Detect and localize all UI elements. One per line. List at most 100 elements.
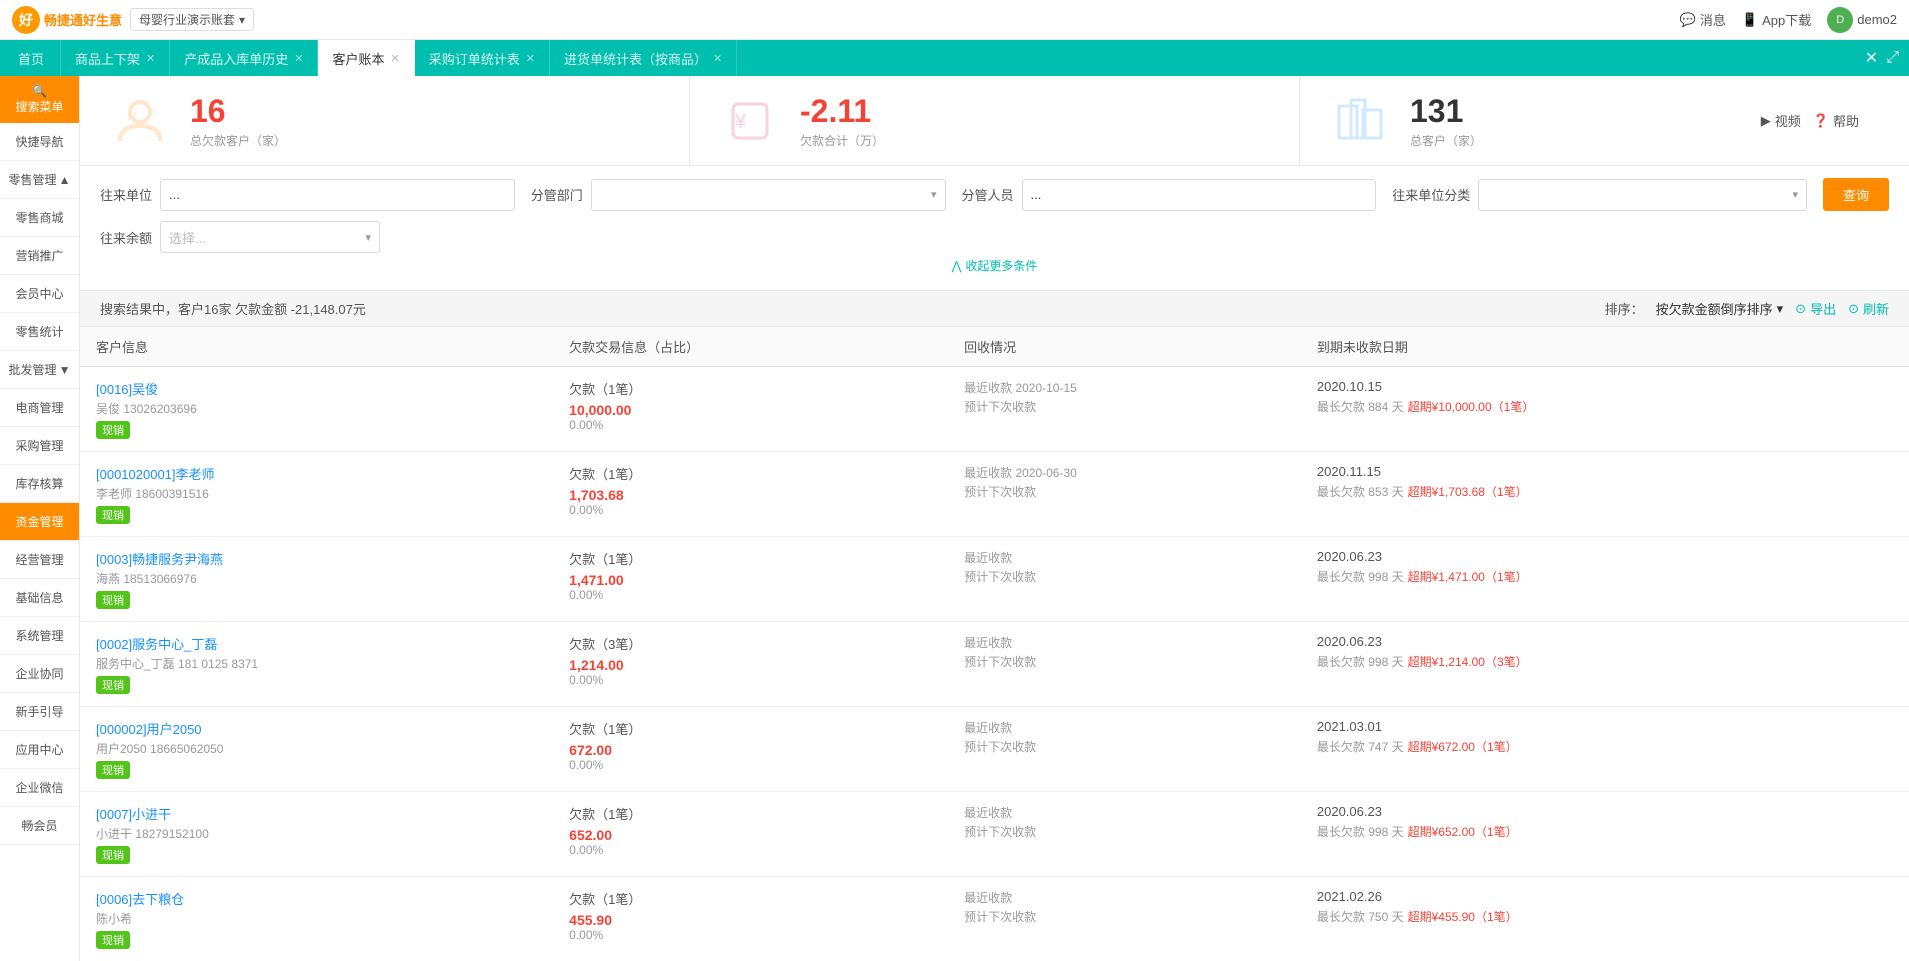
next-label: 预计下次收款 bbox=[964, 823, 1285, 840]
debt-amount[interactable]: 652.00 bbox=[569, 827, 932, 843]
debt-info-cell: 欠款（1笔） 672.00 0.00% bbox=[553, 707, 948, 792]
debt-amount[interactable]: 1,703.68 bbox=[569, 487, 932, 503]
tab-stock-stat[interactable]: 进货单统计表（按商品） ✕ bbox=[550, 40, 737, 76]
tab-purchase-order[interactable]: 采购订单统计表 ✕ bbox=[415, 40, 550, 76]
tab-goods-close[interactable]: ✕ bbox=[146, 52, 155, 65]
sidebar-item-vip[interactable]: 畅会员 bbox=[0, 807, 79, 845]
customer-name-link[interactable]: [000002]用户2050 bbox=[96, 719, 537, 738]
debt-amount[interactable]: 10,000.00 bbox=[569, 402, 932, 418]
tab-customer-account-close[interactable]: ✕ bbox=[391, 52, 400, 65]
sort-label: 排序： bbox=[1605, 299, 1644, 318]
overdue-link[interactable]: 超期¥672.00（1笔） bbox=[1408, 738, 1518, 755]
tab-purchase-order-close[interactable]: ✕ bbox=[526, 52, 535, 65]
debt-amount[interactable]: 672.00 bbox=[569, 742, 932, 758]
debt-amount[interactable]: 1,471.00 bbox=[569, 572, 932, 588]
overdue-link[interactable]: 超期¥10,000.00（1笔） bbox=[1408, 398, 1535, 415]
sidebar-retail-mall-label: 零售商城 bbox=[15, 211, 63, 225]
sidebar-item-beginner[interactable]: 新手引导 bbox=[0, 693, 79, 731]
due-date: 2021.02.26 bbox=[1317, 889, 1893, 904]
app-download-button[interactable]: 📱 App下载 bbox=[1742, 10, 1811, 29]
tab-product-history[interactable]: 产成品入库单历史 ✕ bbox=[170, 40, 318, 76]
sidebar-item-ecommerce[interactable]: 电商管理 bbox=[0, 389, 79, 427]
tab-expand-icon[interactable]: ⤢ bbox=[1886, 49, 1899, 67]
top-bar-left: 好 畅捷通好生意 母婴行业演示账套 ▾ bbox=[12, 6, 254, 34]
store-selector[interactable]: 母婴行业演示账套 ▾ bbox=[130, 8, 254, 31]
refresh-button[interactable]: ⊙ 刷新 bbox=[1848, 299, 1889, 318]
sidebar-batch-mgmt-label: 批发管理 bbox=[9, 361, 57, 378]
sidebar-item-batch-mgmt[interactable]: 批发管理 ▼ bbox=[0, 351, 79, 389]
collapse-btn[interactable]: ⋀ 收起更多条件 bbox=[100, 253, 1889, 278]
tab-collapse-icon[interactable]: ✕ bbox=[1865, 48, 1878, 68]
debt-amount[interactable]: 1,214.00 bbox=[569, 657, 932, 673]
sidebar-item-retail-stat[interactable]: 零售统计 bbox=[0, 313, 79, 351]
tab-customer-account[interactable]: 客户账本 ✕ bbox=[318, 40, 414, 76]
due-date-cell: 2020.10.15 最长欠款 884 天 超期¥10,000.00（1笔） bbox=[1301, 367, 1909, 452]
overdue-link[interactable]: 超期¥1,703.68（1笔） bbox=[1408, 483, 1528, 500]
customer-name-link[interactable]: [0001020001]李老师 bbox=[96, 464, 537, 483]
filter-dept-select[interactable]: ▾ bbox=[591, 179, 946, 211]
table-row: [000002]用户2050 用户2050 18665062050 现销 欠款（… bbox=[80, 707, 1909, 792]
tab-home[interactable]: 首页 bbox=[2, 40, 61, 76]
tab-goods[interactable]: 商品上下架 ✕ bbox=[61, 40, 170, 76]
sidebar-item-membership[interactable]: 会员中心 bbox=[0, 275, 79, 313]
customer-tag: 现销 bbox=[96, 761, 130, 779]
overdue-link[interactable]: 超期¥455.90（1笔） bbox=[1408, 908, 1518, 925]
debt-percent: 0.00% bbox=[569, 843, 932, 857]
logo-text: 畅捷通好生意 bbox=[44, 10, 122, 29]
tab-stock-stat-close[interactable]: ✕ bbox=[713, 52, 722, 65]
customer-tag: 现销 bbox=[96, 591, 130, 609]
table-row: [0016]吴俊 吴俊 13026203696 现销 欠款（1笔） 10,000… bbox=[80, 367, 1909, 452]
filter-manager-label: 分管人员 bbox=[962, 185, 1014, 204]
video-button[interactable]: ▶ 视频 bbox=[1761, 111, 1801, 130]
overdue-link[interactable]: 超期¥1,471.00（1笔） bbox=[1408, 568, 1528, 585]
debt-info-cell: 欠款（1笔） 1,703.68 0.00% bbox=[553, 452, 948, 537]
sidebar-item-enterprise-wechat[interactable]: 企业微信 bbox=[0, 769, 79, 807]
customer-name-link[interactable]: [0003]畅捷服务尹海燕 bbox=[96, 549, 537, 568]
sort-dropdown-icon: ▾ bbox=[1777, 301, 1784, 317]
customer-name-link[interactable]: [0016]吴俊 bbox=[96, 379, 537, 398]
sidebar-item-finance[interactable]: 资金管理 bbox=[0, 503, 79, 541]
user-menu[interactable]: D demo2 bbox=[1827, 7, 1897, 33]
sidebar-item-stock[interactable]: 库存核算 bbox=[0, 465, 79, 503]
filter-balance-select[interactable]: 选择... ▾ bbox=[160, 221, 380, 253]
customer-name-link[interactable]: [0006]去下粮仓 bbox=[96, 889, 537, 908]
filter-customer-dots: ... bbox=[169, 187, 180, 202]
filter-row-1: 往来单位 ... 分管部门 ▾ 分管人员 ... bbox=[100, 178, 1889, 211]
filter-customer-input[interactable]: ... bbox=[160, 179, 515, 211]
sort-value[interactable]: 按欠款金额倒序排序 ▾ bbox=[1656, 299, 1784, 318]
filter-manager-input[interactable]: ... bbox=[1022, 179, 1377, 211]
sidebar-item-purchase[interactable]: 采购管理 bbox=[0, 427, 79, 465]
filter-category-select[interactable]: ▾ bbox=[1478, 179, 1807, 211]
debt-amount[interactable]: 455.90 bbox=[569, 912, 932, 928]
sidebar-item-marketing[interactable]: 营销推广 bbox=[0, 237, 79, 275]
overdue-link[interactable]: 超期¥652.00（1笔） bbox=[1408, 823, 1518, 840]
due-date-cell: 2020.11.15 最长欠款 853 天 超期¥1,703.68（1笔） bbox=[1301, 452, 1909, 537]
stats-bar: ¥ 16 总欠款客户（家） ¥ -2.11 欠款合计（万） bbox=[80, 76, 1909, 166]
sidebar-search[interactable]: 🔍 搜索菜单 bbox=[0, 76, 79, 123]
customer-name-link[interactable]: [0002]服务中心_丁磊 bbox=[96, 634, 537, 653]
query-button[interactable]: 查询 bbox=[1823, 178, 1889, 211]
store-name: 母婴行业演示账套 bbox=[139, 11, 235, 28]
main-layout: 🔍 搜索菜单 快捷导航 零售管理 ▲ 零售商城 营销推广 会员中心 零售统计 批… bbox=[0, 76, 1909, 961]
due-date-cell: 2021.03.01 最长欠款 747 天 超期¥672.00（1笔） bbox=[1301, 707, 1909, 792]
sidebar-quick-nav-label: 快捷导航 bbox=[4, 133, 75, 150]
sidebar-item-enterprise-coop[interactable]: 企业协同 bbox=[0, 655, 79, 693]
sidebar-item-retail-mall[interactable]: 零售商城 bbox=[0, 199, 79, 237]
customer-info-cell: [000002]用户2050 用户2050 18665062050 现销 bbox=[80, 707, 553, 792]
collapse-label: 收起更多条件 bbox=[965, 257, 1037, 274]
sidebar-item-operation[interactable]: 经营管理 bbox=[0, 541, 79, 579]
overdue-days: 最长欠款 998 天 bbox=[1317, 823, 1404, 840]
help-icon: ❓ bbox=[1813, 113, 1829, 129]
th-debt-info: 欠款交易信息（占比） bbox=[553, 327, 948, 367]
message-button[interactable]: 💬 消息 bbox=[1680, 10, 1726, 29]
sidebar-item-retail-mgmt[interactable]: 零售管理 ▲ bbox=[0, 161, 79, 199]
export-button[interactable]: ⊙ 导出 bbox=[1795, 299, 1836, 318]
tab-product-history-close[interactable]: ✕ bbox=[294, 52, 303, 65]
sidebar-item-system[interactable]: 系统管理 bbox=[0, 617, 79, 655]
sidebar-item-basic[interactable]: 基础信息 bbox=[0, 579, 79, 617]
overdue-link[interactable]: 超期¥1,214.00（3笔） bbox=[1408, 653, 1528, 670]
sidebar-item-quick-nav[interactable]: 快捷导航 bbox=[0, 123, 79, 161]
customer-name-link[interactable]: [0007]小进干 bbox=[96, 804, 537, 823]
help-button[interactable]: ❓ 帮助 bbox=[1813, 111, 1859, 130]
sidebar-item-app-center[interactable]: 应用中心 bbox=[0, 731, 79, 769]
